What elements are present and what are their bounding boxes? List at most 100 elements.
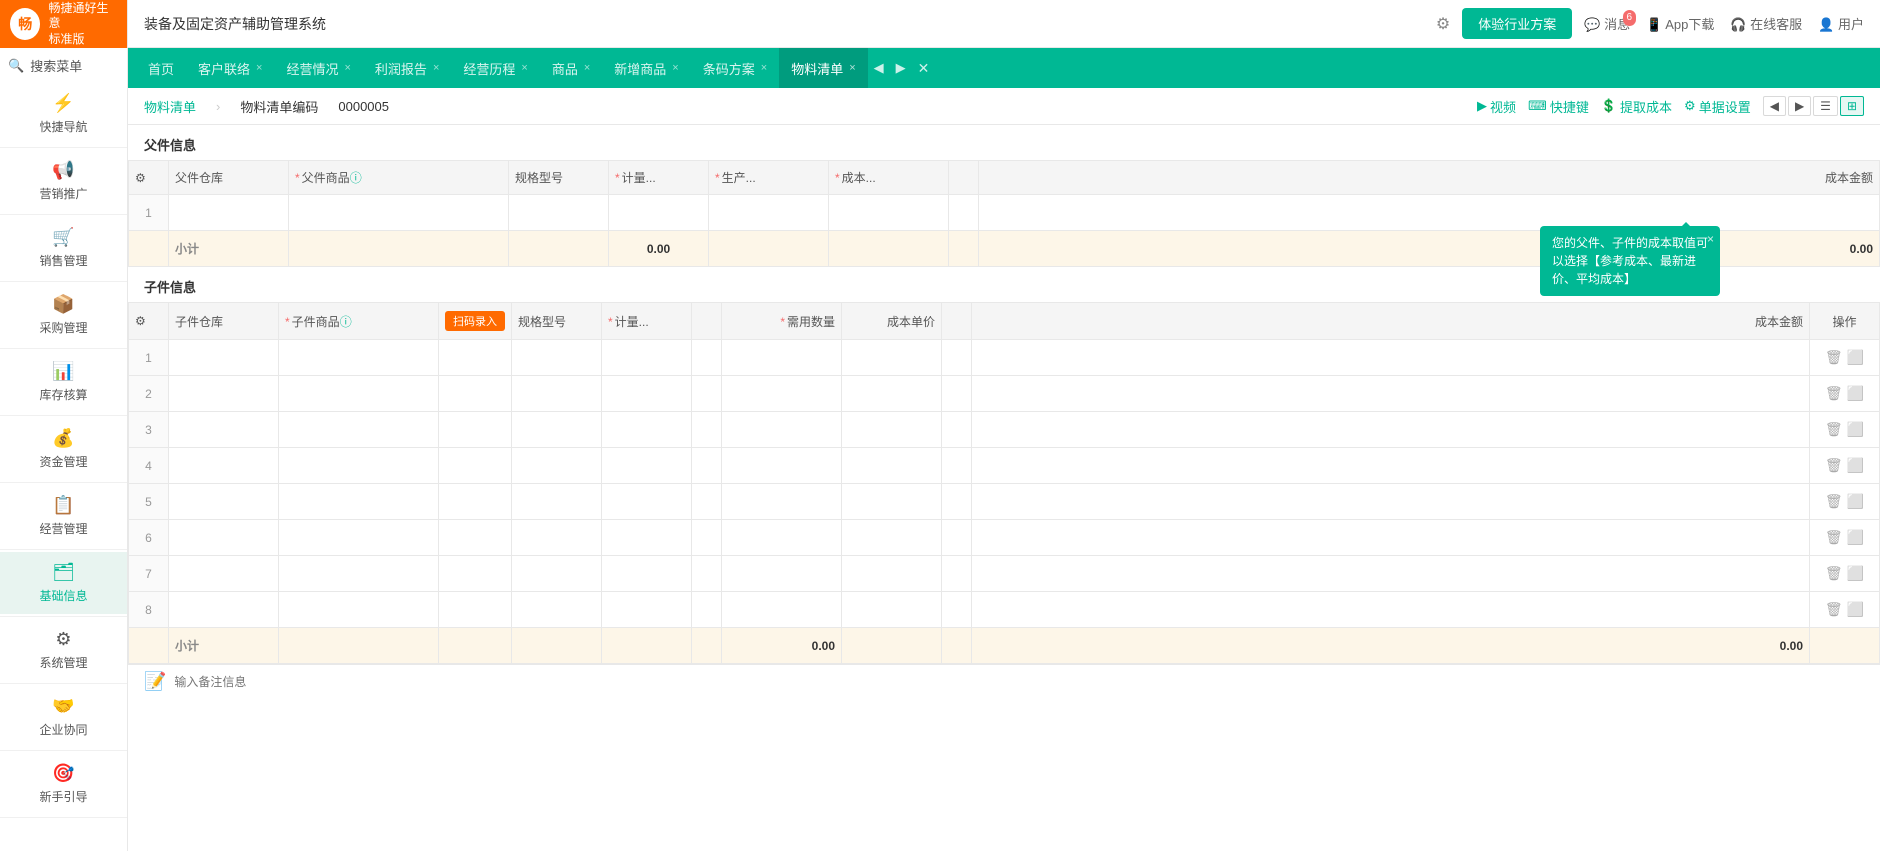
- sidebar-item-basic-info[interactable]: 🗂 基础信息: [0, 552, 127, 614]
- child-spec-cell[interactable]: [512, 376, 602, 412]
- nav-tab-新增商品[interactable]: 新增商品×: [602, 48, 690, 88]
- child-warehouse-cell[interactable]: [169, 448, 279, 484]
- copy-icon[interactable]: ⬜: [1847, 457, 1864, 474]
- child-product-cell[interactable]: [279, 412, 439, 448]
- sidebar-item-system[interactable]: ⚙ 系统管理: [0, 619, 127, 681]
- child-product-cell[interactable]: [279, 340, 439, 376]
- app-download-link[interactable]: 📱 App下载: [1646, 14, 1714, 33]
- child-product-cell[interactable]: [279, 448, 439, 484]
- nav-tab-物料清单[interactable]: 物料清单×: [779, 48, 867, 88]
- child-warehouse-cell[interactable]: [169, 340, 279, 376]
- sidebar-item-marketing[interactable]: 📢 营销推广: [0, 150, 127, 212]
- parent-spec-cell[interactable]: [509, 195, 609, 231]
- breadcrumb-parent[interactable]: 物料清单: [144, 97, 196, 116]
- trial-button[interactable]: 体验行业方案: [1462, 8, 1572, 39]
- child-unit-cell[interactable]: [602, 340, 692, 376]
- delete-icon[interactable]: 🗑: [1825, 385, 1843, 402]
- nav-right-arrow[interactable]: ▶: [890, 60, 912, 76]
- pager-grid[interactable]: ⊞: [1840, 96, 1864, 116]
- child-unit-cell[interactable]: [602, 484, 692, 520]
- parent-col-gear[interactable]: ⚙: [129, 161, 169, 195]
- copy-icon[interactable]: ⬜: [1847, 601, 1864, 618]
- parent-warehouse-cell[interactable]: [169, 195, 289, 231]
- sidebar-item-guide[interactable]: 🎯 新手引导: [0, 753, 127, 815]
- sidebar-item-inventory[interactable]: 📊 库存核算: [0, 351, 127, 413]
- shortcut-btn[interactable]: ⌨ 快捷键: [1528, 97, 1589, 116]
- copy-icon[interactable]: ⬜: [1847, 385, 1864, 402]
- child-unit-cell[interactable]: [602, 376, 692, 412]
- child-warehouse-cell[interactable]: [169, 412, 279, 448]
- child-unit-cost-cell[interactable]: [842, 484, 942, 520]
- user-menu[interactable]: 👤 用户: [1818, 14, 1864, 33]
- note-input[interactable]: [174, 675, 1864, 689]
- child-spec-cell[interactable]: [512, 556, 602, 592]
- nav-tab-首页[interactable]: 首页: [136, 48, 186, 88]
- child-qty-cell[interactable]: [722, 412, 842, 448]
- nav-tab-利润报告[interactable]: 利润报告×: [363, 48, 451, 88]
- child-qty-cell[interactable]: [722, 556, 842, 592]
- child-product-cell[interactable]: [279, 376, 439, 412]
- child-unit-cell[interactable]: [602, 592, 692, 628]
- nav-left-arrow[interactable]: ◀: [868, 60, 890, 76]
- copy-icon[interactable]: ⬜: [1847, 565, 1864, 582]
- scan-input-btn[interactable]: 扫码录入: [445, 311, 505, 331]
- parent-produce-cell[interactable]: [709, 195, 829, 231]
- child-qty-cell[interactable]: [722, 376, 842, 412]
- child-qty-cell[interactable]: [722, 340, 842, 376]
- child-spec-cell[interactable]: [512, 484, 602, 520]
- sidebar-item-quick-nav[interactable]: ⚡ 快捷导航: [0, 83, 127, 145]
- pager-list[interactable]: ☰: [1813, 96, 1838, 116]
- nav-tab-经营历程[interactable]: 经营历程×: [451, 48, 539, 88]
- child-unit-cost-cell[interactable]: [842, 412, 942, 448]
- pager-next[interactable]: ▶: [1788, 96, 1811, 116]
- child-unit-cost-cell[interactable]: [842, 520, 942, 556]
- child-unit-cell[interactable]: [602, 412, 692, 448]
- cost-btn[interactable]: 💲 提取成本: [1601, 97, 1672, 116]
- child-unit-cost-cell[interactable]: [842, 376, 942, 412]
- child-warehouse-cell[interactable]: [169, 592, 279, 628]
- online-service-link[interactable]: 🎧 在线客服: [1730, 14, 1802, 33]
- tab-close[interactable]: ×: [672, 62, 678, 74]
- delete-icon[interactable]: 🗑: [1825, 601, 1843, 618]
- copy-icon[interactable]: ⬜: [1847, 529, 1864, 546]
- child-spec-cell[interactable]: [512, 448, 602, 484]
- child-col-gear[interactable]: ⚙: [129, 303, 169, 340]
- delete-icon[interactable]: 🗑: [1825, 529, 1843, 546]
- nav-tab-客户联络[interactable]: 客户联络×: [186, 48, 274, 88]
- child-spec-cell[interactable]: [512, 520, 602, 556]
- child-warehouse-cell[interactable]: [169, 520, 279, 556]
- tab-close[interactable]: ×: [521, 62, 527, 74]
- child-qty-cell[interactable]: [722, 484, 842, 520]
- tooltip-close-btn[interactable]: ×: [1707, 230, 1714, 248]
- parent-product-cell[interactable]: [289, 195, 509, 231]
- nav-tab-商品[interactable]: 商品×: [540, 48, 602, 88]
- child-product-cell[interactable]: [279, 520, 439, 556]
- sidebar-search[interactable]: 🔍 搜索菜单: [0, 48, 127, 83]
- settings-btn[interactable]: ⚙ 单据设置: [1684, 97, 1751, 116]
- nav-tab-条码方案[interactable]: 条码方案×: [691, 48, 779, 88]
- child-unit-cost-cell[interactable]: [842, 448, 942, 484]
- copy-icon[interactable]: ⬜: [1847, 493, 1864, 510]
- child-unit-cost-cell[interactable]: [842, 592, 942, 628]
- tab-close[interactable]: ×: [761, 62, 767, 74]
- child-spec-cell[interactable]: [512, 412, 602, 448]
- tab-close[interactable]: ×: [433, 62, 439, 74]
- delete-icon[interactable]: 🗑: [1825, 349, 1843, 366]
- child-product-cell[interactable]: [279, 484, 439, 520]
- child-spec-cell[interactable]: [512, 592, 602, 628]
- pager-prev[interactable]: ◀: [1763, 96, 1786, 116]
- view-btn[interactable]: ▶ 视频: [1477, 97, 1516, 116]
- parent-unit-cell[interactable]: [609, 195, 709, 231]
- parent-cost-cell[interactable]: [829, 195, 949, 231]
- sidebar-item-purchase[interactable]: 📦 采购管理: [0, 284, 127, 346]
- child-product-cell[interactable]: [279, 592, 439, 628]
- child-unit-cell[interactable]: [602, 556, 692, 592]
- child-product-cell[interactable]: [279, 556, 439, 592]
- child-spec-cell[interactable]: [512, 340, 602, 376]
- nav-close-icon[interactable]: ✕: [912, 60, 936, 77]
- child-unit-cell[interactable]: [602, 520, 692, 556]
- copy-icon[interactable]: ⬜: [1847, 349, 1864, 366]
- tab-close[interactable]: ×: [344, 62, 350, 74]
- gear-icon[interactable]: ⚙: [1436, 14, 1450, 34]
- child-unit-cell[interactable]: [602, 448, 692, 484]
